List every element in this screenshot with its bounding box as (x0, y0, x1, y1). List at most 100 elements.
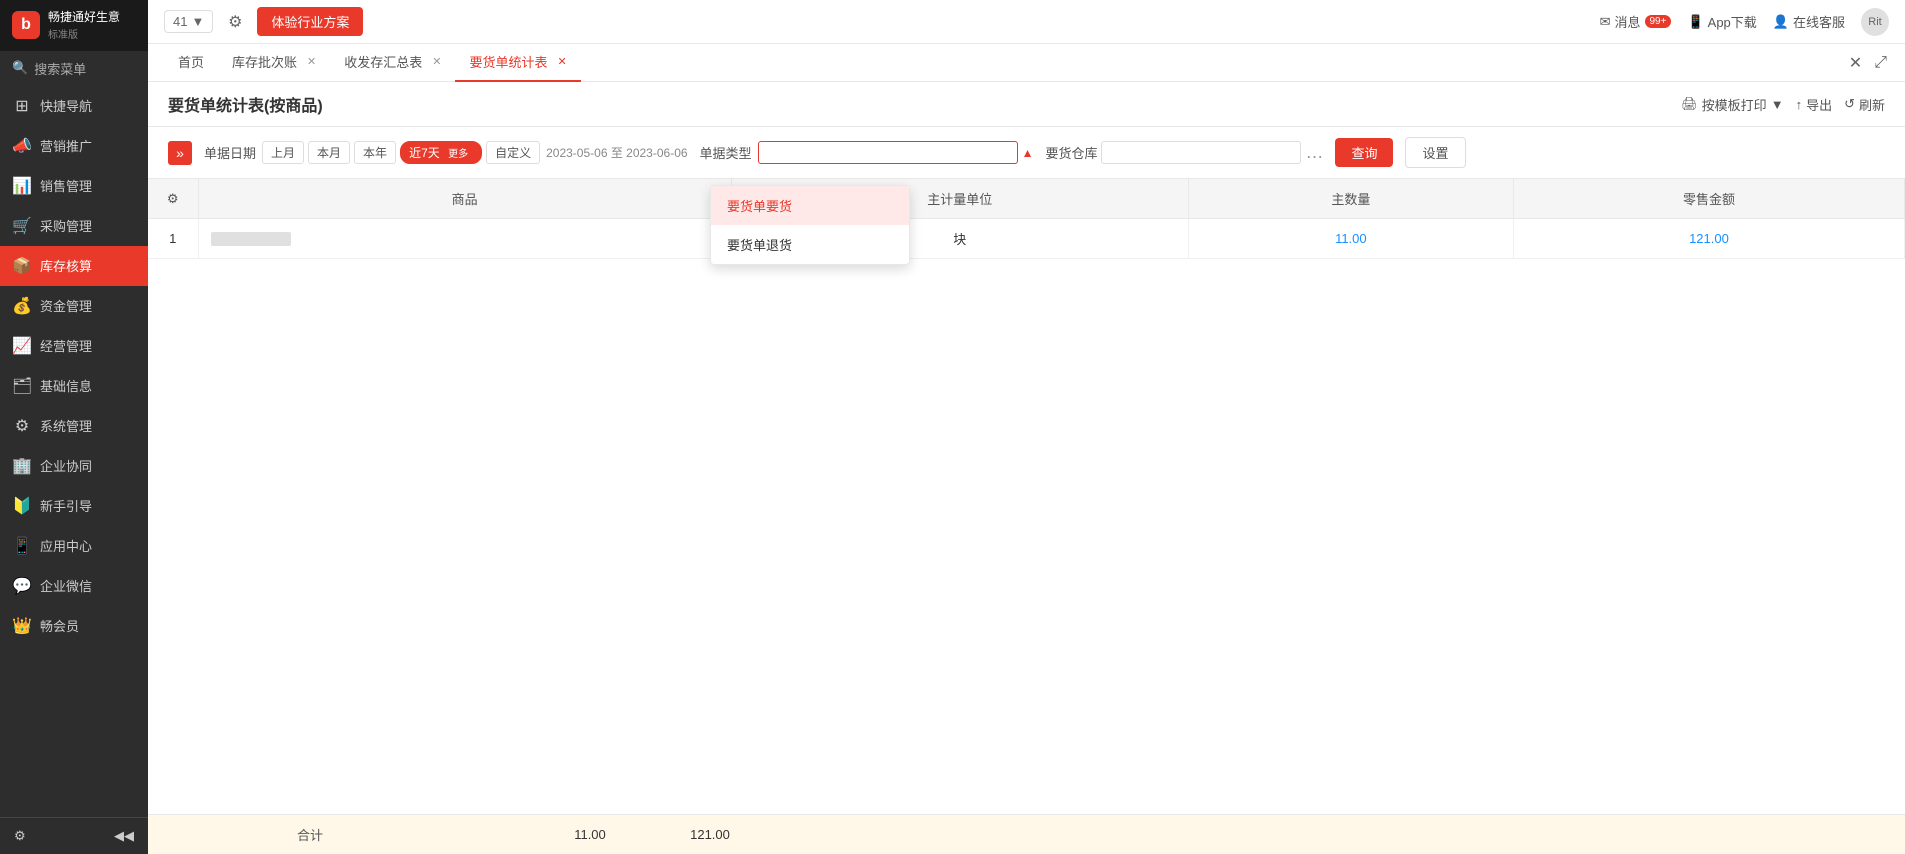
tab-home[interactable]: 首页 (164, 44, 218, 82)
online-service-btn[interactable]: 👤 在线客服 (1773, 12, 1845, 31)
type-select-arrow[interactable]: ▲ (1022, 146, 1034, 160)
sidebar-nav: ⊞ 快捷导航 📣 营销推广 📊 销售管理 🛒 采购管理 📦 库存核算 💰 资金管… (0, 86, 148, 817)
dropdown-item-order-goods[interactable]: 要货单要货 (711, 186, 909, 225)
tab-receive-summary[interactable]: 收发存汇总表 ✕ (330, 44, 455, 82)
sidebar-item-enterprise[interactable]: 🏢 企业协同 (0, 446, 148, 486)
tab-order-stats[interactable]: 要货单统计表 ✕ (455, 44, 580, 82)
sidebar-item-quick-nav[interactable]: ⊞ 快捷导航 (0, 86, 148, 126)
sidebar-item-finance[interactable]: 💰 资金管理 (0, 286, 148, 326)
warehouse-filter-group: 要货仓库 … (1045, 141, 1323, 164)
sidebar-logo: b 畅捷通好生意 标准版 (0, 0, 148, 51)
tab-close-all-btn[interactable]: ✕ (1847, 51, 1864, 75)
sidebar-item-marketing[interactable]: 📣 营销推广 (0, 126, 148, 166)
more-filter-btn[interactable]: … (1305, 142, 1323, 163)
date-btn-last-month[interactable]: 上月 (262, 141, 304, 164)
col-amount: 零售金额 (1513, 179, 1904, 219)
dropdown-item-order-return[interactable]: 要货单退货 (711, 225, 909, 264)
page-title: 要货单统计表(按商品) (168, 92, 323, 116)
page-header-actions: 🖨 按模板打印 ▼ ↑ 导出 ↺ 刷新 (1681, 95, 1885, 114)
table-container: ⚙ 商品 主计量单位 主数量 零 (148, 179, 1905, 259)
sidebar-bottom: ⚙ ◀◀ (0, 817, 148, 854)
store-dropdown-icon: ▼ (191, 14, 204, 29)
sidebar-search[interactable]: 🔍 搜索菜单 (0, 51, 148, 86)
enterprise-icon: 🏢 (12, 456, 32, 476)
print-btn[interactable]: 🖨 按模板打印 ▼ (1681, 95, 1783, 114)
type-select-wrapper: ▲ (758, 141, 1034, 164)
sidebar-item-wechat[interactable]: 💬 企业微信 (0, 566, 148, 606)
table-footer: 合计 11.00 121.00 (148, 814, 1905, 854)
tabbar: 首页 库存批次账 ✕ 收发存汇总表 ✕ 要货单统计表 ✕ ✕ ⤢ (148, 44, 1905, 82)
refresh-icon: ↺ (1844, 96, 1855, 112)
print-dropdown-icon: ▼ (1771, 97, 1784, 112)
sidebar-item-sales[interactable]: 📊 销售管理 (0, 166, 148, 206)
date-btn-this-month[interactable]: 本月 (308, 141, 350, 164)
table-row: 1 块 11.00 121.00 (148, 219, 1905, 259)
sidebar-item-member[interactable]: 👑 畅会员 (0, 606, 148, 646)
guide-icon: 🔰 (12, 496, 32, 516)
date-filter-group: 单据日期 上月 本月 本年 近7天 更多 自定义 2023-05-06 至 20… (204, 141, 688, 164)
filter-expand-btn[interactable]: » (168, 141, 192, 165)
tab-expand-btn[interactable]: ⤢ (1872, 52, 1889, 74)
sidebar-collapse-btn[interactable]: ◀◀ (114, 828, 134, 844)
tab-inventory-batch[interactable]: 库存批次账 ✕ (218, 44, 330, 82)
sidebar-item-basic-info[interactable]: 🗂 基础信息 (0, 366, 148, 406)
settings-filter-btn[interactable]: 设置 (1405, 137, 1465, 168)
table-area: ⚙ 商品 主计量单位 主数量 零 (148, 179, 1905, 814)
col-settings[interactable]: ⚙ (148, 179, 198, 219)
date-btn-custom[interactable]: 自定义 (486, 141, 540, 164)
type-select-input[interactable] (758, 141, 1018, 164)
topbar-settings-btn[interactable]: ⚙ (221, 8, 249, 36)
store-selector[interactable]: 41 ▼ (164, 10, 213, 33)
print-icon: 🖨 (1681, 96, 1698, 112)
sidebar-item-guide[interactable]: 🔰 新手引导 (0, 486, 148, 526)
sidebar-item-inventory[interactable]: 📦 库存核算 (0, 246, 148, 286)
more-badge: 更多 (443, 148, 473, 161)
warehouse-input[interactable] (1101, 141, 1301, 164)
topbar: 41 ▼ ⚙ 体验行业方案 ✉ 消息 99+ 📱 App下载 👤 在线客服 Ri… (148, 0, 1905, 44)
quick-nav-icon: ⊞ (12, 96, 32, 116)
marketing-icon: 📣 (12, 136, 32, 156)
footer-total-label: 合计 (210, 825, 410, 844)
message-icon: ✉ (1600, 14, 1611, 30)
sidebar-item-operations[interactable]: 📈 经营管理 (0, 326, 148, 366)
service-icon: 👤 (1773, 14, 1789, 30)
col-quantity: 主数量 (1188, 179, 1513, 219)
page-header: 要货单统计表(按商品) 🖨 按模板打印 ▼ ↑ 导出 ↺ 刷新 (148, 82, 1905, 127)
trial-industry-btn[interactable]: 体验行业方案 (257, 7, 363, 36)
export-btn[interactable]: ↑ 导出 (1796, 95, 1833, 114)
message-btn[interactable]: ✉ 消息 99+ (1600, 12, 1672, 31)
export-icon: ↑ (1796, 97, 1803, 112)
sales-icon: 📊 (12, 176, 32, 196)
query-btn[interactable]: 查询 (1335, 138, 1393, 167)
sidebar-settings-icon[interactable]: ⚙ (14, 828, 26, 844)
col-product: 商品 (198, 179, 731, 219)
app-version: 标准版 (48, 26, 120, 41)
sidebar-item-purchase[interactable]: 🛒 采购管理 (0, 206, 148, 246)
date-btn-last-7-days[interactable]: 近7天 更多 (400, 141, 482, 164)
table-header-row: ⚙ 商品 主计量单位 主数量 零 (148, 179, 1905, 219)
topbar-right: ✉ 消息 99+ 📱 App下载 👤 在线客服 Rit (1600, 8, 1889, 36)
sidebar-item-app-center[interactable]: 📱 应用中心 (0, 526, 148, 566)
row-quantity: 11.00 (1188, 219, 1513, 259)
app-download-btn[interactable]: 📱 App下载 (1687, 12, 1756, 31)
type-dropdown-menu: 要货单要货 要货单退货 (710, 185, 910, 265)
user-avatar[interactable]: Rit (1861, 8, 1889, 36)
warehouse-filter-label: 要货仓库 (1045, 143, 1097, 162)
tab-close-inventory-batch[interactable]: ✕ (307, 55, 316, 68)
message-badge: 99+ (1645, 15, 1672, 28)
tab-close-receive-summary[interactable]: ✕ (432, 55, 441, 68)
date-btn-this-year[interactable]: 本年 (354, 141, 396, 164)
tab-close-order-stats[interactable]: ✕ (558, 55, 567, 68)
refresh-btn[interactable]: ↺ 刷新 (1844, 95, 1885, 114)
amount-link[interactable]: 121.00 (1689, 231, 1729, 246)
quantity-link[interactable]: 11.00 (1335, 231, 1367, 246)
date-range-display: 2023-05-06 至 2023-06-06 (546, 144, 687, 161)
member-icon: 👑 (12, 616, 32, 636)
purchase-icon: 🛒 (12, 216, 32, 236)
type-filter-group: 单据类型 ▲ (700, 141, 1034, 164)
app-center-icon: 📱 (12, 536, 32, 556)
footer-amount: 121.00 (650, 827, 770, 842)
sidebar-item-system[interactable]: ⚙ 系统管理 (0, 406, 148, 446)
filter-bar: » 单据日期 上月 本月 本年 近7天 更多 自定义 2023-05-06 至 … (148, 127, 1905, 179)
main-area: 41 ▼ ⚙ 体验行业方案 ✉ 消息 99+ 📱 App下载 👤 在线客服 Ri… (148, 0, 1905, 854)
